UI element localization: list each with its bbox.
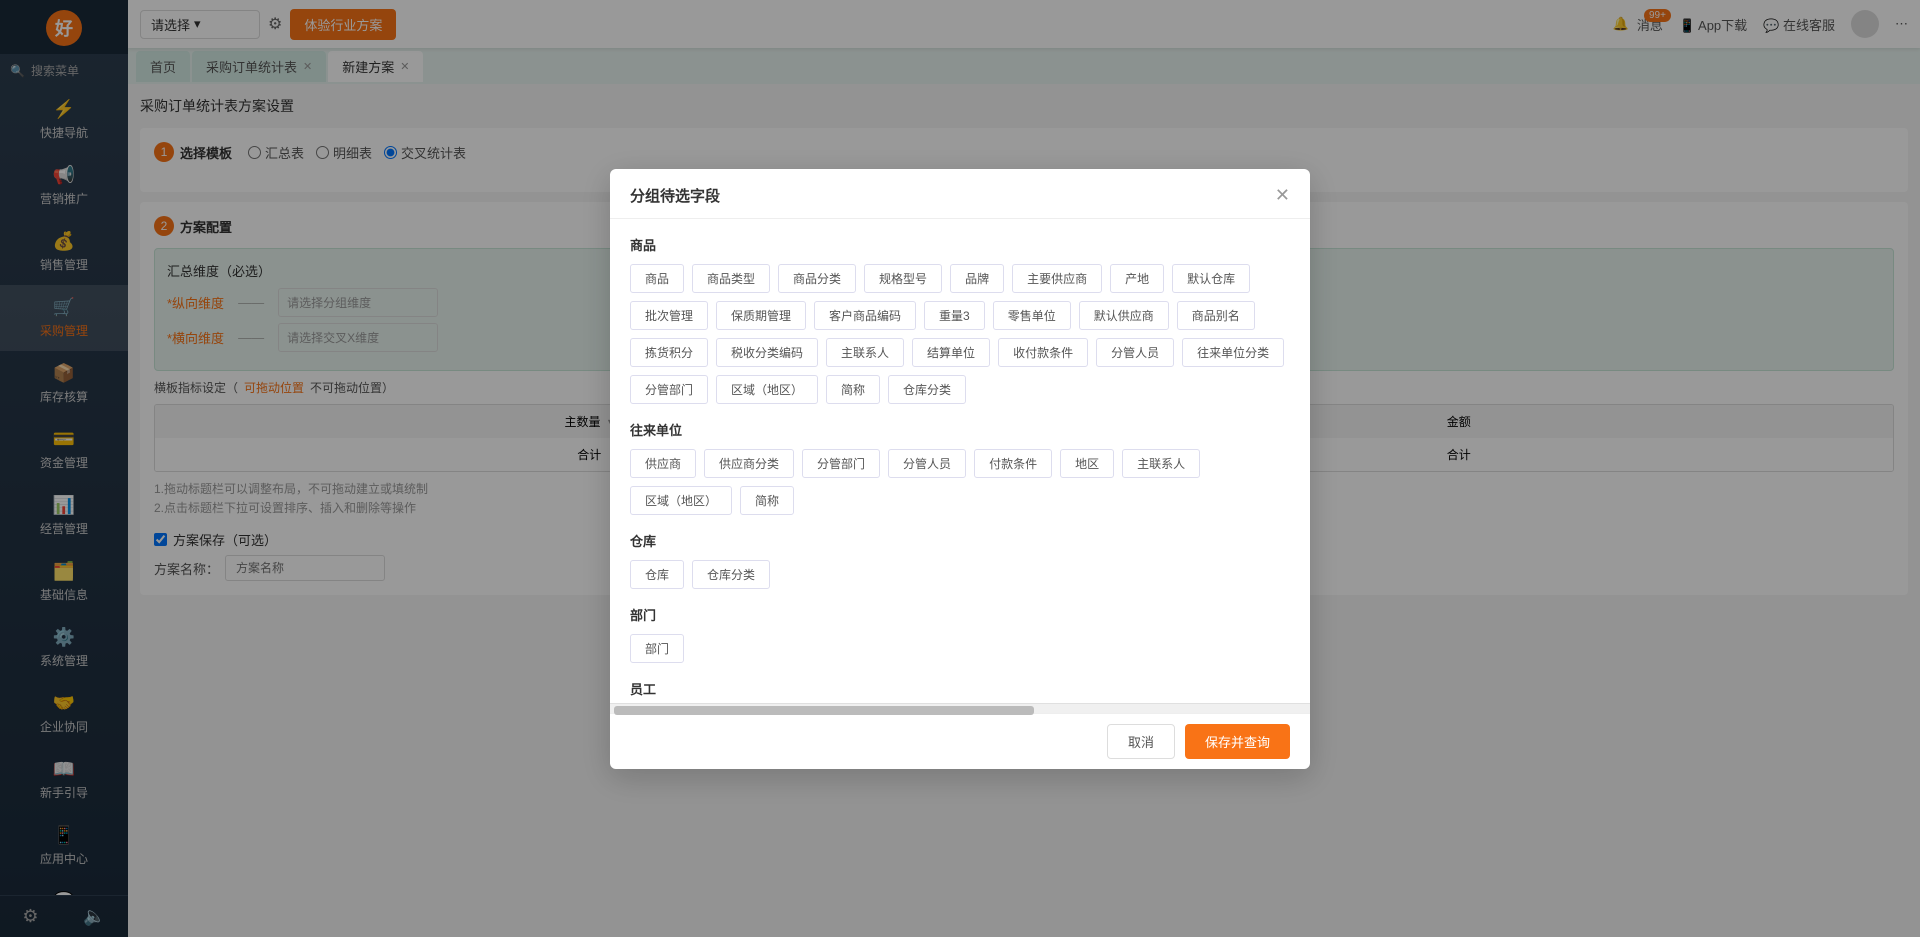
field-tag[interactable]: 客户商品编码 [814, 301, 916, 330]
field-tag[interactable]: 重量3 [924, 301, 985, 330]
field-tag[interactable]: 简称 [826, 375, 880, 404]
field-tag[interactable]: 地区 [1060, 449, 1114, 478]
modal: 分组待选字段 ✕ 商品商品商品类型商品分类规格型号品牌主要供应商产地默认仓库批次… [610, 169, 1310, 769]
field-tag[interactable]: 分管人员 [888, 449, 966, 478]
modal-close-button[interactable]: ✕ [1275, 185, 1290, 206]
section-title-partner: 往来单位 [630, 420, 1290, 439]
field-tag[interactable]: 保质期管理 [716, 301, 806, 330]
field-tag[interactable]: 拣货积分 [630, 338, 708, 367]
field-tag[interactable]: 分管部门 [802, 449, 880, 478]
field-tag[interactable]: 简称 [740, 486, 794, 515]
modal-footer: 取消 保存并查询 [610, 713, 1310, 769]
section-title-department: 部门 [630, 605, 1290, 624]
field-tag[interactable]: 主联系人 [1122, 449, 1200, 478]
field-tag[interactable]: 部门 [630, 634, 684, 663]
field-tag[interactable]: 零售单位 [993, 301, 1071, 330]
field-tag[interactable]: 收付款条件 [998, 338, 1088, 367]
field-tag[interactable]: 规格型号 [864, 264, 942, 293]
field-tag[interactable]: 默认仓库 [1172, 264, 1250, 293]
field-tag[interactable]: 税收分类编码 [716, 338, 818, 367]
field-tag[interactable]: 仓库分类 [692, 560, 770, 589]
field-tags-goods: 商品商品类型商品分类规格型号品牌主要供应商产地默认仓库批次管理保质期管理客户商品… [630, 264, 1290, 404]
field-tag[interactable]: 批次管理 [630, 301, 708, 330]
field-tag[interactable]: 往来单位分类 [1182, 338, 1284, 367]
save-query-button[interactable]: 保存并查询 [1185, 724, 1290, 759]
field-tag[interactable]: 品牌 [950, 264, 1004, 293]
field-tag[interactable]: 主要供应商 [1012, 264, 1102, 293]
field-tags-partner: 供应商供应商分类分管部门分管人员付款条件地区主联系人区域（地区） 简称 [630, 449, 1290, 515]
field-tag[interactable]: 供应商 [630, 449, 696, 478]
modal-body[interactable]: 商品商品商品类型商品分类规格型号品牌主要供应商产地默认仓库批次管理保质期管理客户… [610, 219, 1310, 704]
section-title-warehouse: 仓库 [630, 531, 1290, 550]
field-tag[interactable]: 产地 [1110, 264, 1164, 293]
field-tag[interactable]: 主联系人 [826, 338, 904, 367]
field-tags-warehouse: 仓库仓库分类 [630, 560, 1290, 589]
field-tag[interactable]: 分管部门 [630, 375, 708, 404]
section-title-employee: 员工 [630, 679, 1290, 698]
field-tag[interactable]: 仓库分类 [888, 375, 966, 404]
field-tag[interactable]: 商品别名 [1177, 301, 1255, 330]
field-tag[interactable]: 商品类型 [692, 264, 770, 293]
field-tag[interactable]: 区域（地区） [716, 375, 818, 404]
field-tag[interactable]: 付款条件 [974, 449, 1052, 478]
field-tag[interactable]: 商品分类 [778, 264, 856, 293]
field-tags-department: 部门 [630, 634, 1290, 663]
field-tag[interactable]: 仓库 [630, 560, 684, 589]
modal-overlay: 分组待选字段 ✕ 商品商品商品类型商品分类规格型号品牌主要供应商产地默认仓库批次… [0, 0, 1920, 937]
field-tag[interactable]: 区域（地区） [630, 486, 732, 515]
modal-title: 分组待选字段 [630, 185, 720, 206]
modal-hscrollbar[interactable] [610, 703, 1310, 712]
modal-header: 分组待选字段 ✕ [610, 169, 1310, 219]
field-tag[interactable]: 供应商分类 [704, 449, 794, 478]
field-tag[interactable]: 商品 [630, 264, 684, 293]
field-tag[interactable]: 默认供应商 [1079, 301, 1169, 330]
cancel-button[interactable]: 取消 [1107, 724, 1175, 759]
field-tag[interactable]: 结算单位 [912, 338, 990, 367]
field-tag[interactable]: 分管人员 [1096, 338, 1174, 367]
section-title-goods: 商品 [630, 235, 1290, 254]
